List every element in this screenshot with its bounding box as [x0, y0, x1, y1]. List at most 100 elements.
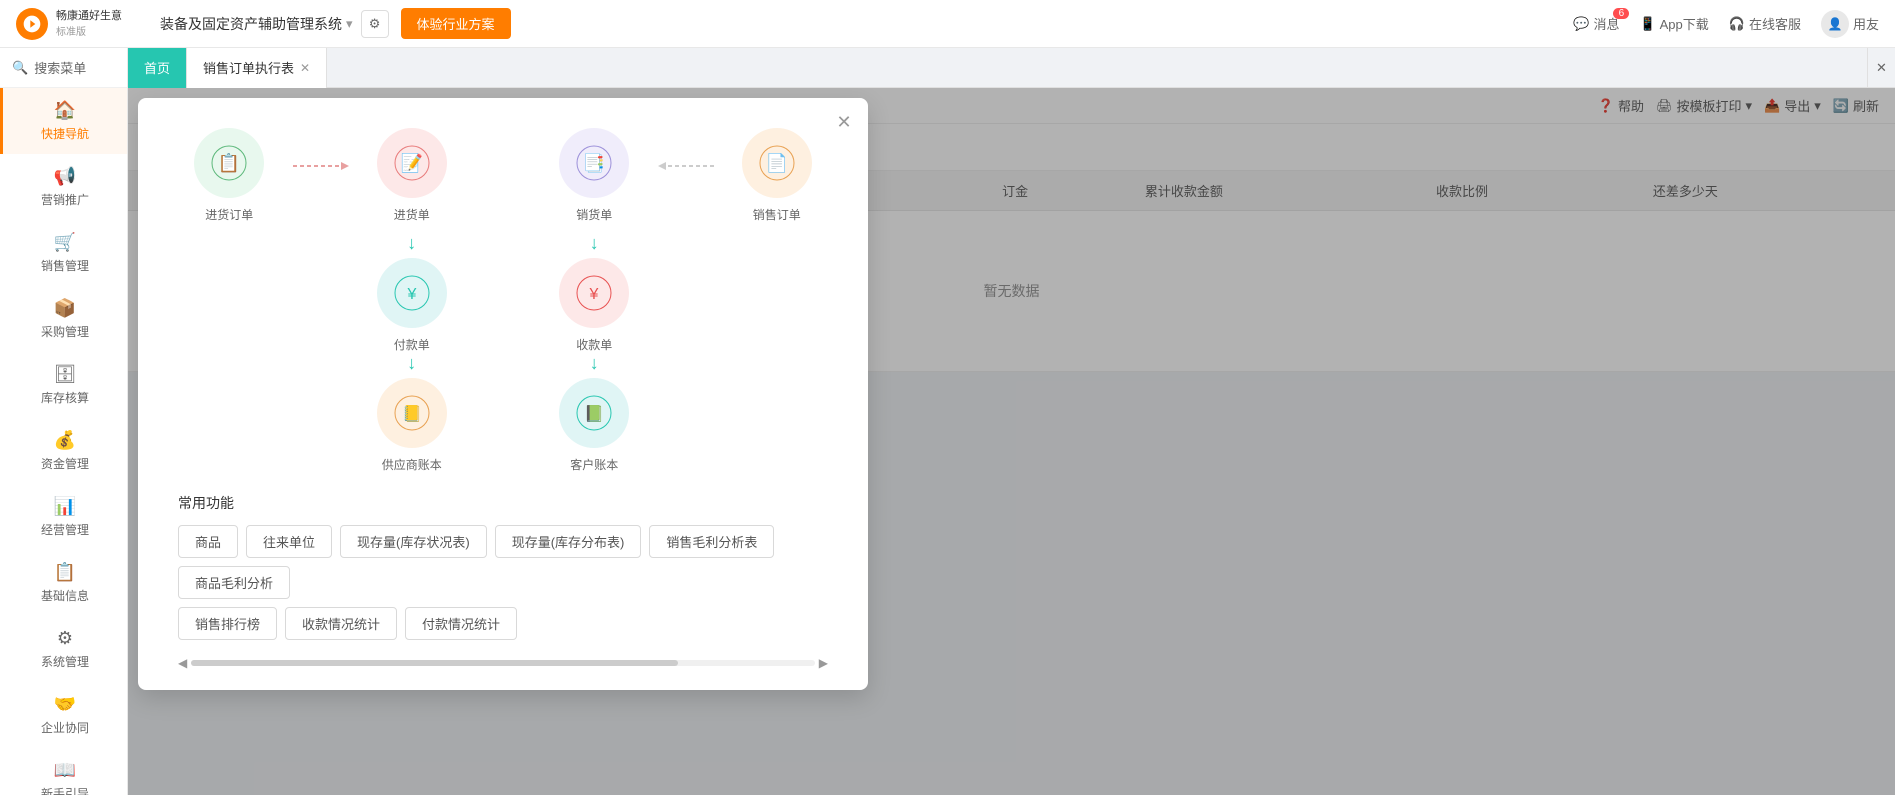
sales-order-icon: 📄 [742, 128, 812, 198]
download-icon: 📱 [1639, 16, 1655, 32]
avatar: 👤 [1821, 10, 1849, 38]
finance-icon: 💰 [54, 430, 76, 451]
flow-node-purchase-order[interactable]: 📋 进货订单 [178, 128, 281, 223]
down-arrow-2: ↓ [590, 233, 599, 254]
flow-node-receipt[interactable]: ¥ 收款单 [559, 258, 629, 353]
sidebar-item-marketing[interactable]: 📢 营销推广 [0, 154, 127, 220]
scroll-track[interactable] [191, 660, 815, 666]
sales-bill-icon: 📑 [559, 128, 629, 198]
func-btn-receipt-stats[interactable]: 收款情况统计 [285, 607, 397, 640]
quick-nav-popup: ✕ 📋 进货订单 [138, 98, 868, 690]
service-icon: 🎧 [1729, 16, 1745, 32]
flow-node-sales-order[interactable]: 📄 销售订单 [726, 128, 829, 223]
content-area: 首页 销售订单执行表 ✕ ✕ ❓ 帮助 [128, 48, 1895, 795]
inventory-icon: 🗄 [54, 364, 77, 385]
flow-row-1: 📋 进货订单 [178, 128, 828, 223]
sidebar-item-basic-info[interactable]: 📋 基础信息 [0, 550, 127, 616]
sidebar-item-operations[interactable]: 📊 经营管理 [0, 484, 127, 550]
func-btn-product-profit[interactable]: 商品毛利分析 [178, 566, 290, 599]
spacer-6 [726, 233, 829, 353]
flow-node-payment[interactable]: ¥ 付款单 [377, 258, 447, 353]
sales-order-label: 销售订单 [753, 206, 801, 223]
app-container: 畅康通好生意 标准版 装备及固定资产辅助管理系统 ▾ ⚙ 体验行业方案 💬 消息… [0, 0, 1895, 795]
down-arrow-1: ↓ [407, 233, 416, 254]
down-arrow-3: ↓ [407, 353, 416, 374]
down-arrow-4: ↓ [590, 353, 599, 374]
user-area[interactable]: 👤 用友 [1821, 10, 1879, 38]
purchase-order-icon: 📋 [194, 128, 264, 198]
main-area: 🔍 搜索菜单 🏠 快捷导航 📢 营销推广 🛒 销售管理 📦 采购管理 🗄 [0, 48, 1895, 795]
spacer-11 [726, 353, 829, 473]
gear-button[interactable]: ⚙ [361, 10, 389, 38]
tab-close-icon[interactable]: ✕ [300, 61, 310, 75]
func-btn-contacts[interactable]: 往来单位 [246, 525, 332, 558]
sidebar-item-label: 销售管理 [41, 257, 89, 274]
sidebar-item-enterprise[interactable]: 🤝 企业协同 [0, 682, 127, 748]
sidebar-item-label: 快捷导航 [41, 125, 89, 142]
sidebar-item-label: 系统管理 [41, 653, 89, 670]
func-btn-product[interactable]: 商品 [178, 525, 238, 558]
sidebar-item-inventory[interactable]: 🗄 库存核算 [0, 352, 127, 418]
sidebar-item-label: 采购管理 [41, 323, 89, 340]
func-btn-payment-stats[interactable]: 付款情况统计 [405, 607, 517, 640]
spacer-10 [646, 353, 726, 473]
arrow-1 [281, 159, 361, 193]
tab-bar: 首页 销售订单执行表 ✕ ✕ [128, 48, 1895, 88]
supplier-icon: 📒 [377, 378, 447, 448]
marketing-icon: 📢 [54, 166, 76, 187]
flow-node-sales-bill[interactable]: 📑 销货单 [543, 128, 646, 223]
system-title: 装备及固定资产辅助管理系统 [160, 14, 342, 34]
spacer-8 [281, 353, 361, 473]
svg-text:📝: 📝 [401, 152, 423, 173]
top-bar: 畅康通好生意 标准版 装备及固定资产辅助管理系统 ▾ ⚙ 体验行业方案 💬 消息… [0, 0, 1895, 48]
search-menu-item[interactable]: 🔍 搜索菜单 [0, 48, 127, 88]
app-download-label: App下载 [1660, 14, 1709, 33]
sidebar-item-label: 基础信息 [41, 587, 89, 604]
flow-node-supplier[interactable]: 📒 供应商账本 [377, 378, 447, 473]
svg-text:¥: ¥ [406, 286, 416, 303]
supplier-label: 供应商账本 [382, 456, 442, 473]
sidebar-item-purchase[interactable]: 📦 采购管理 [0, 286, 127, 352]
sidebar-item-label: 库存核算 [41, 389, 89, 406]
tab-home[interactable]: 首页 [128, 48, 187, 88]
basic-info-icon: 📋 [54, 562, 76, 583]
customer-label: 客户账本 [570, 456, 618, 473]
close-all-tabs-button[interactable]: ✕ [1867, 48, 1895, 88]
receipt-icon: ¥ [559, 258, 629, 328]
app-download-button[interactable]: 📱 App下载 [1639, 14, 1708, 33]
scroll-thumb [191, 660, 677, 666]
flow-row-2: ↓ ¥ 付款单 [178, 233, 828, 353]
common-functions-title: 常用功能 [178, 493, 828, 513]
func-btn-sales-profit[interactable]: 销售毛利分析表 [649, 525, 774, 558]
func-btn-inventory-dist[interactable]: 现存量(库存分布表) [495, 525, 642, 558]
purchase-order-label: 进货订单 [205, 206, 253, 223]
try-button[interactable]: 体验行业方案 [401, 8, 511, 39]
sidebar-item-sales[interactable]: 🛒 销售管理 [0, 220, 127, 286]
system-dropdown-icon[interactable]: ▾ [346, 16, 353, 32]
sales-bill-label: 销货单 [576, 206, 612, 223]
sidebar-item-guide[interactable]: 📖 新手引导 [0, 748, 127, 795]
online-service-button[interactable]: 🎧 在线客服 [1729, 14, 1801, 33]
message-button[interactable]: 💬 消息 6 [1573, 14, 1619, 33]
scroll-left-arrow[interactable]: ◀ [178, 656, 187, 670]
common-buttons-row2: 销售排行榜 收款情况统计 付款情况统计 [178, 607, 828, 640]
svg-text:📑: 📑 [583, 152, 605, 173]
purchase-bill-icon: 📝 [377, 128, 447, 198]
logo-icon [16, 8, 48, 40]
service-label: 在线客服 [1749, 14, 1801, 33]
tab-sales-orders[interactable]: 销售订单执行表 ✕ [187, 48, 327, 88]
sidebar-item-system[interactable]: ⚙ 系统管理 [0, 616, 127, 682]
spacer-5 [646, 233, 726, 353]
sales-icon: 🛒 [54, 232, 76, 253]
func-btn-inventory-status[interactable]: 现存量(库存状况表) [340, 525, 487, 558]
spacer-7 [178, 353, 281, 473]
flow-node-purchase-bill[interactable]: 📝 进货单 [361, 128, 464, 223]
scroll-right-arrow[interactable]: ▶ [819, 656, 828, 670]
sidebar-item-quick-nav[interactable]: 🏠 快捷导航 [0, 88, 127, 154]
sidebar-item-label: 新手引导 [41, 785, 89, 795]
flow-node-customer[interactable]: 📗 客户账本 [559, 378, 629, 473]
popup-close-button[interactable]: ✕ [832, 110, 856, 134]
func-btn-sales-rank[interactable]: 销售排行榜 [178, 607, 277, 640]
message-badge: 6 [1613, 8, 1629, 19]
sidebar-item-finance[interactable]: 💰 资金管理 [0, 418, 127, 484]
